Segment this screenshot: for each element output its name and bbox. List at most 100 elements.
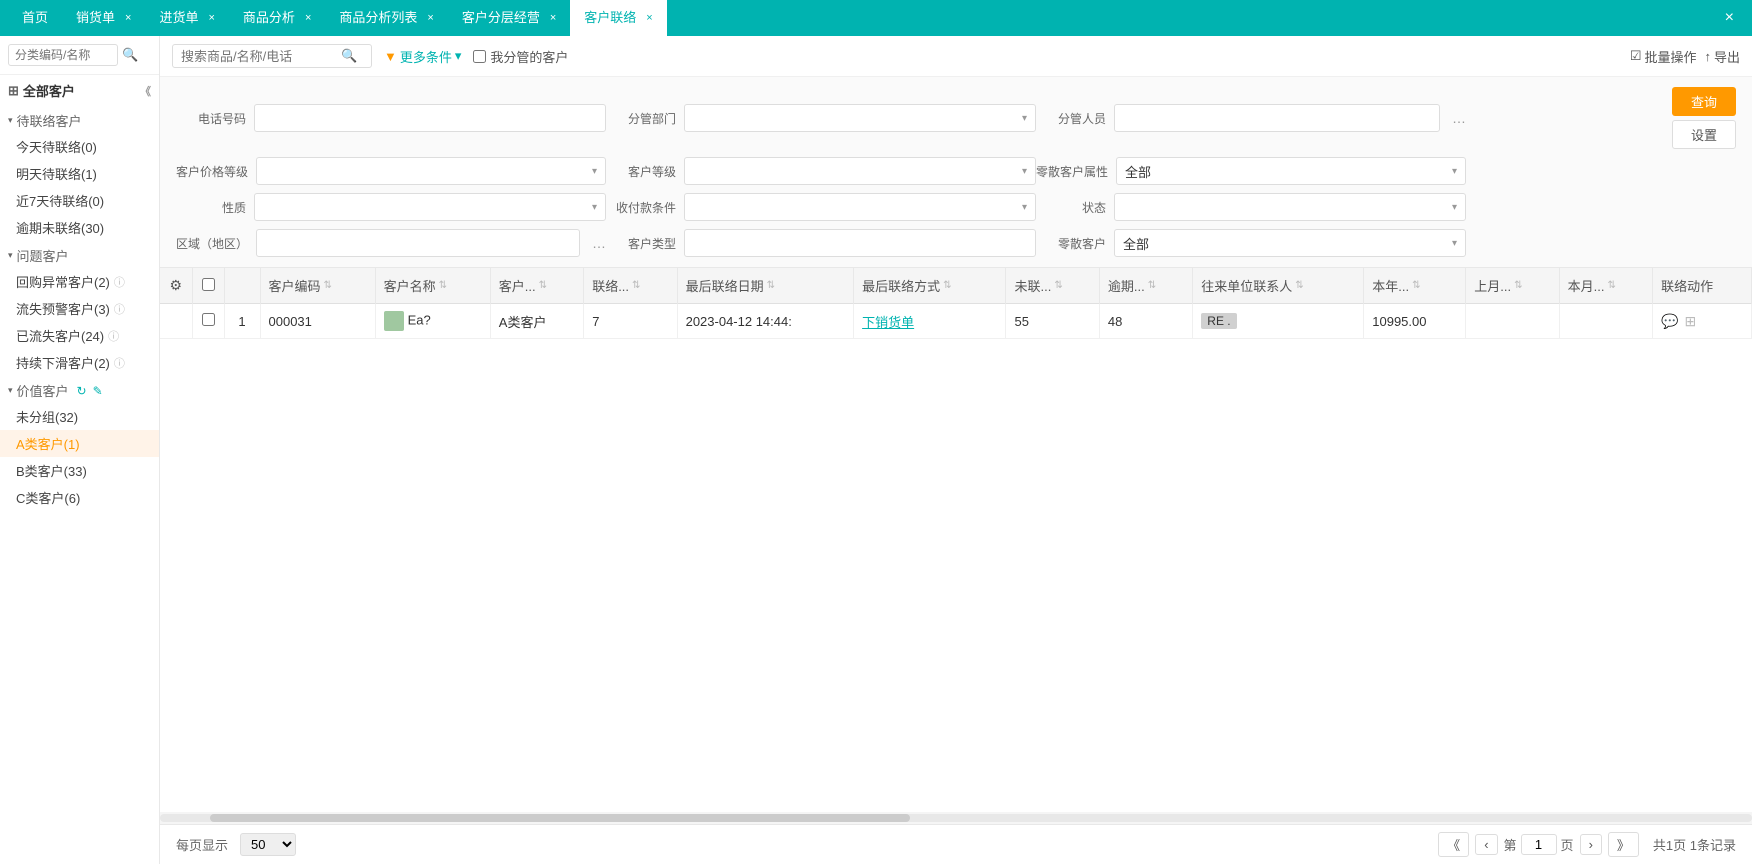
status-label: 状态 [1036,199,1106,216]
filter-search-box: 🔍 [172,44,372,68]
sidebar-item-a-type[interactable]: A类客户(1) [0,430,159,457]
last-page-button[interactable]: 》 [1608,832,1639,857]
prev-page-button[interactable]: ‹ [1475,834,1497,855]
sidebar-item-abnormal-repurchase[interactable]: 回购异常客户(2) ⓘ [0,268,159,295]
sidebar-item-today-pending[interactable]: 今天待联络(0) [0,133,159,160]
sidebar-item-churned[interactable]: 已流失客户(24) ⓘ [0,322,159,349]
payment-terms-select[interactable]: ▾ [684,193,1036,221]
nav-tab-purchase[interactable]: 进货单 × [145,0,228,36]
phone-input[interactable] [254,104,606,132]
row-last-contact-date: 2023-04-12 14:44: [677,304,854,339]
sidebar-item-b-type[interactable]: B类客户(33) [0,457,159,484]
sidebar-group-pending-contact[interactable]: ▾ 待联络客户 [0,106,159,133]
close-purchase-tab[interactable]: × [208,0,214,36]
horizontal-scrollbar[interactable] [160,812,1752,824]
manager-dots[interactable]: … [1452,110,1466,126]
sidebar-item-tomorrow-pending[interactable]: 明天待联络(1) [0,160,159,187]
scrollbar-thumb[interactable] [210,814,910,822]
app-close-button[interactable]: × [1715,9,1744,26]
sort-code-icon[interactable]: ⇅ [324,280,332,291]
select-all-checkbox[interactable] [202,278,215,291]
close-sales-tab[interactable]: × [125,0,131,36]
export-button[interactable]: ↑ 导出 [1704,47,1740,66]
manager-input[interactable] [1114,104,1440,132]
sort-this-month-icon[interactable]: ⇅ [1608,280,1616,291]
query-button[interactable]: 查询 [1672,87,1736,116]
settings-button[interactable]: 设置 [1672,120,1736,149]
pending-contact-triangle: ▾ [8,115,13,126]
customer-level-select[interactable]: ▾ [684,157,1036,185]
sidebar-group-problem-customers[interactable]: ▾ 问题客户 [0,241,159,268]
nav-tab-sales[interactable]: 销货单 × [62,0,145,36]
nav-tab-customer-tier[interactable]: 客户分层经营 × [448,0,570,36]
close-customer-tier-tab[interactable]: × [550,0,556,36]
price-level-arrow: ▾ [592,166,597,177]
my-customers-checkbox[interactable] [473,50,486,63]
nature-select[interactable]: ▾ [254,193,606,221]
sort-date-icon[interactable]: ⇅ [767,280,775,291]
table-header-row: ⚙ 客户编码 ⇅ [160,268,1752,304]
close-goods-analysis-list-tab[interactable]: × [427,0,433,36]
edit-icon[interactable]: ✎ [93,384,103,398]
sort-unit-contact-icon[interactable]: ⇅ [1295,280,1303,291]
filter-search-input[interactable] [181,49,341,64]
first-page-button[interactable]: 《 [1438,832,1469,857]
sort-method-icon[interactable]: ⇅ [943,280,951,291]
sidebar-item-overdue[interactable]: 逾期未联络(30) [0,214,159,241]
last-contact-method-link[interactable]: 下销货单 [862,315,914,330]
all-customers-header[interactable]: ⊞ 全部客户 《 [0,75,159,106]
sidebar-item-declining[interactable]: 持续下滑客户(2) ⓘ [0,349,159,376]
dept-select[interactable]: ▾ [684,104,1036,132]
sort-this-year-icon[interactable]: ⇅ [1412,280,1420,291]
close-goods-analysis-tab[interactable]: × [305,0,311,36]
filter-search-icon[interactable]: 🔍 [341,48,357,64]
message-action-icon[interactable]: 💬 [1661,313,1678,330]
page-number-input[interactable] [1521,834,1557,855]
sidebar-search-input[interactable] [8,44,118,66]
sort-contact-icon[interactable]: ⇅ [632,280,640,291]
filter-more-conditions[interactable]: ▼ 更多条件 ▾ [384,47,461,66]
nav-tab-customer-contact[interactable]: 客户联络 × [570,0,666,36]
next-page-button[interactable]: › [1580,834,1602,855]
sidebar-item-c-type[interactable]: C类客户(6) [0,484,159,511]
sidebar-group-value-customers[interactable]: ▾ 价值客户 ↻ ✎ [0,376,159,403]
sort-no-contact-icon[interactable]: ⇅ [1054,280,1062,291]
region-input[interactable] [256,229,580,257]
batch-op-button[interactable]: ☑ 批量操作 [1630,47,1697,66]
my-customers-checkbox-label[interactable]: 我分管的客户 [473,47,568,66]
page-size-select[interactable]: 50 10 20 100 [240,833,296,856]
sort-last-month-icon[interactable]: ⇅ [1514,280,1522,291]
page-size-label: 每页显示 [176,835,228,854]
row-name: Ea? [375,304,490,339]
collapse-sidebar-button[interactable]: 《 [140,83,151,99]
info-icon-abnormal: ⓘ [114,274,125,290]
region-dots[interactable]: … [592,235,606,251]
nav-tab-goods-analysis-list[interactable]: 商品分析列表 × [325,0,447,36]
sidebar-search-icon[interactable]: 🔍 [122,47,138,63]
more-conditions-arrow: ▾ [455,48,462,64]
close-customer-contact-tab[interactable]: × [646,0,652,36]
sort-name-icon[interactable]: ⇅ [439,280,447,291]
sidebar-item-week-pending[interactable]: 近7天待联络(0) [0,187,159,214]
sidebar-item-churn-warning[interactable]: 流失预警客户(3) ⓘ [0,295,159,322]
region-label: 区域（地区） [176,235,248,252]
sidebar-item-ungrouped[interactable]: 未分组(32) [0,403,159,430]
customer-type-input[interactable] [684,229,1036,257]
status-select[interactable]: ▾ [1114,193,1466,221]
sort-overdue-icon[interactable]: ⇅ [1148,280,1156,291]
retail-customer-select[interactable]: 全部 ▾ [1114,229,1466,257]
dept-select-arrow: ▾ [1022,113,1027,124]
nav-tab-goods-analysis[interactable]: 商品分析 × [229,0,325,36]
sort-category-icon[interactable]: ⇅ [539,280,547,291]
name-color-box [384,311,404,331]
phone-label: 电话号码 [176,110,246,127]
refresh-icon[interactable]: ↻ [77,384,87,398]
table-row: 1 000031 Ea? A类客户 7 2023-04-12 14:44: 下销… [160,304,1752,339]
price-level-select[interactable]: ▾ [256,157,606,185]
row-code: 000031 [260,304,375,339]
row-checkbox[interactable] [202,313,215,326]
grid-action-icon[interactable]: ⊞ [1685,313,1697,330]
nav-home-tab[interactable]: 首页 [8,0,62,36]
table-gear-icon[interactable]: ⚙ [169,277,182,293]
retail-attr-select[interactable]: 全部 ▾ [1116,157,1466,185]
